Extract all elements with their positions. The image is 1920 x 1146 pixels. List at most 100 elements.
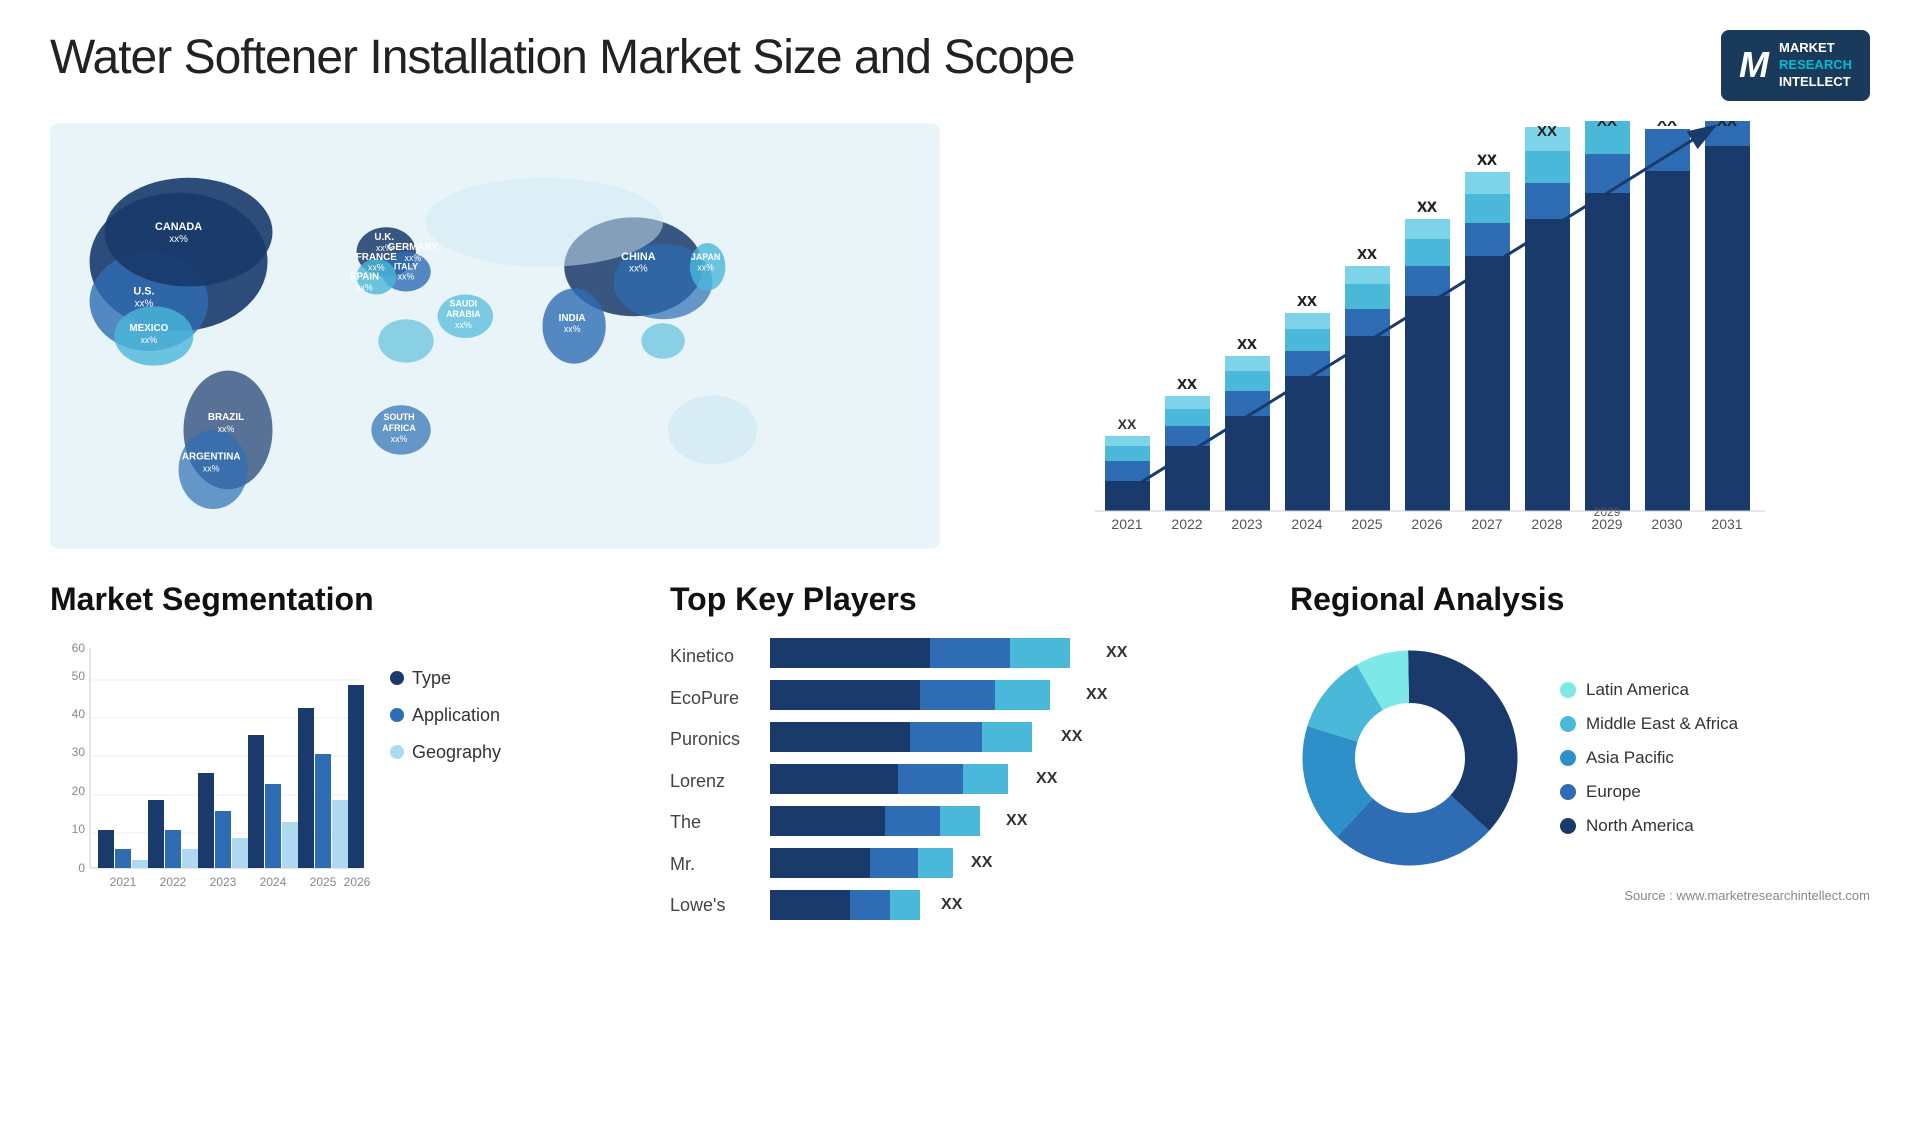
- players-title: Top Key Players: [670, 581, 1250, 618]
- dot-mea: [1560, 716, 1576, 732]
- legend-label-application: Application: [412, 705, 500, 726]
- dot-north-america: [1560, 818, 1576, 834]
- regional-section: Regional Analysis: [1290, 581, 1870, 920]
- svg-text:BRAZIL: BRAZIL: [208, 412, 244, 423]
- logo-text: MARKETRESEARCHINTELLECT: [1779, 40, 1852, 91]
- legend-asia-pacific: Asia Pacific: [1560, 748, 1738, 768]
- svg-text:ARABIA: ARABIA: [446, 309, 481, 319]
- svg-text:2023: 2023: [1231, 516, 1262, 532]
- page-title: Water Softener Installation Market Size …: [50, 30, 1074, 85]
- player-bar-the: XX: [770, 806, 1250, 836]
- svg-text:20: 20: [72, 784, 86, 798]
- svg-text:XX: XX: [1537, 123, 1557, 140]
- bottom-section: Market Segmentation 0 10 20 30 40 50 60: [50, 581, 1870, 920]
- player-bar-kinetico: XX: [770, 638, 1250, 668]
- svg-text:2023: 2023: [210, 875, 237, 889]
- svg-text:AFRICA: AFRICA: [382, 423, 416, 433]
- legend-north-america: North America: [1560, 816, 1738, 836]
- svg-text:INDIA: INDIA: [559, 313, 586, 324]
- regional-content: Latin America Middle East & Africa Asia …: [1290, 638, 1870, 878]
- svg-text:xx%: xx%: [398, 271, 415, 281]
- legend-europe: Europe: [1560, 782, 1738, 802]
- player-bars-container: XX XX: [770, 638, 1250, 920]
- svg-text:60: 60: [72, 641, 86, 655]
- svg-text:2025: 2025: [1351, 516, 1382, 532]
- top-section: CANADA xx% U.S. xx% MEXICO xx% BRAZIL xx…: [50, 121, 1870, 551]
- player-lowes: Lowe's: [670, 895, 740, 916]
- legend-label-type: Type: [412, 668, 451, 689]
- players-section: Top Key Players Kinetico EcoPure Puronic…: [670, 581, 1250, 920]
- dot-asia-pacific: [1560, 750, 1576, 766]
- segmentation-section: Market Segmentation 0 10 20 30 40 50 60: [50, 581, 630, 920]
- player-mr: Mr.: [670, 854, 740, 875]
- legend-type: Type: [390, 668, 501, 689]
- svg-text:2021: 2021: [1111, 516, 1142, 532]
- svg-text:xx%: xx%: [218, 424, 235, 434]
- svg-text:2029: 2029: [1591, 516, 1622, 532]
- svg-text:ITALY: ITALY: [394, 261, 418, 271]
- label-asia-pacific: Asia Pacific: [1586, 748, 1674, 768]
- svg-text:2030: 2030: [1651, 516, 1682, 532]
- legend-dot-type: [390, 671, 404, 685]
- svg-text:2021: 2021: [110, 875, 137, 889]
- svg-text:0: 0: [78, 861, 85, 875]
- svg-text:XX: XX: [1177, 376, 1197, 393]
- label-mea: Middle East & Africa: [1586, 714, 1738, 734]
- svg-text:2024: 2024: [1291, 516, 1322, 532]
- svg-text:XX: XX: [1717, 121, 1737, 130]
- page: Water Softener Installation Market Size …: [0, 0, 1920, 1146]
- svg-text:2022: 2022: [1171, 516, 1202, 532]
- logo-letter: M: [1739, 44, 1769, 86]
- player-lorenz: Lorenz: [670, 771, 740, 792]
- svg-text:SAUDI: SAUDI: [450, 298, 478, 308]
- header: Water Softener Installation Market Size …: [50, 30, 1870, 101]
- player-bar-mr: XX: [770, 848, 1250, 878]
- segmentation-title: Market Segmentation: [50, 581, 630, 618]
- svg-text:xx%: xx%: [169, 234, 188, 245]
- regional-title: Regional Analysis: [1290, 581, 1870, 618]
- legend-dot-geography: [390, 745, 404, 759]
- svg-text:CANADA: CANADA: [155, 221, 202, 233]
- legend-latin-america: Latin America: [1560, 680, 1738, 700]
- label-latin-america: Latin America: [1586, 680, 1689, 700]
- svg-text:XX: XX: [1237, 336, 1257, 353]
- legend-application: Application: [390, 705, 501, 726]
- svg-text:XX: XX: [1477, 152, 1497, 169]
- svg-text:MEXICO: MEXICO: [129, 323, 168, 334]
- svg-text:50: 50: [72, 669, 86, 683]
- svg-text:2028: 2028: [1531, 516, 1562, 532]
- player-puronics: Puronics: [670, 729, 740, 750]
- player-bar-puronics: XX: [770, 722, 1250, 752]
- svg-text:GERMANY: GERMANY: [388, 242, 439, 253]
- svg-text:XX: XX: [1657, 121, 1677, 130]
- svg-text:SPAIN: SPAIN: [350, 271, 379, 282]
- svg-text:2027: 2027: [1471, 516, 1502, 532]
- svg-text:ARGENTINA: ARGENTINA: [182, 451, 241, 462]
- svg-text:CHINA: CHINA: [621, 251, 656, 263]
- svg-text:SOUTH: SOUTH: [384, 412, 415, 422]
- svg-text:xx%: xx%: [356, 282, 373, 292]
- svg-text:2026: 2026: [1411, 516, 1442, 532]
- source-text: Source : www.marketresearchintellect.com: [1290, 888, 1870, 903]
- svg-text:xx%: xx%: [140, 335, 157, 345]
- dot-europe: [1560, 784, 1576, 800]
- svg-text:xx%: xx%: [629, 263, 648, 274]
- label-north-america: North America: [1586, 816, 1694, 836]
- player-the: The: [670, 812, 740, 833]
- player-ecopure: EcoPure: [670, 688, 740, 709]
- svg-text:JAPAN: JAPAN: [691, 252, 720, 262]
- svg-text:30: 30: [72, 745, 86, 759]
- growth-bar-chart: XX XX XX XX: [980, 121, 1870, 551]
- players-list: Kinetico EcoPure Puronics Lorenz The Mr.…: [670, 638, 1250, 920]
- svg-text:xx%: xx%: [455, 320, 472, 330]
- world-map: CANADA xx% U.S. xx% MEXICO xx% BRAZIL xx…: [50, 121, 940, 551]
- legend-geography: Geography: [390, 742, 501, 763]
- legend-mea: Middle East & Africa: [1560, 714, 1738, 734]
- svg-text:xx%: xx%: [203, 463, 220, 473]
- regional-legend: Latin America Middle East & Africa Asia …: [1560, 680, 1738, 836]
- svg-text:40: 40: [72, 707, 86, 721]
- svg-text:XX: XX: [1297, 293, 1317, 310]
- svg-text:XX: XX: [1357, 246, 1377, 263]
- svg-text:2031: 2031: [1711, 516, 1742, 532]
- svg-text:XX: XX: [1118, 416, 1137, 432]
